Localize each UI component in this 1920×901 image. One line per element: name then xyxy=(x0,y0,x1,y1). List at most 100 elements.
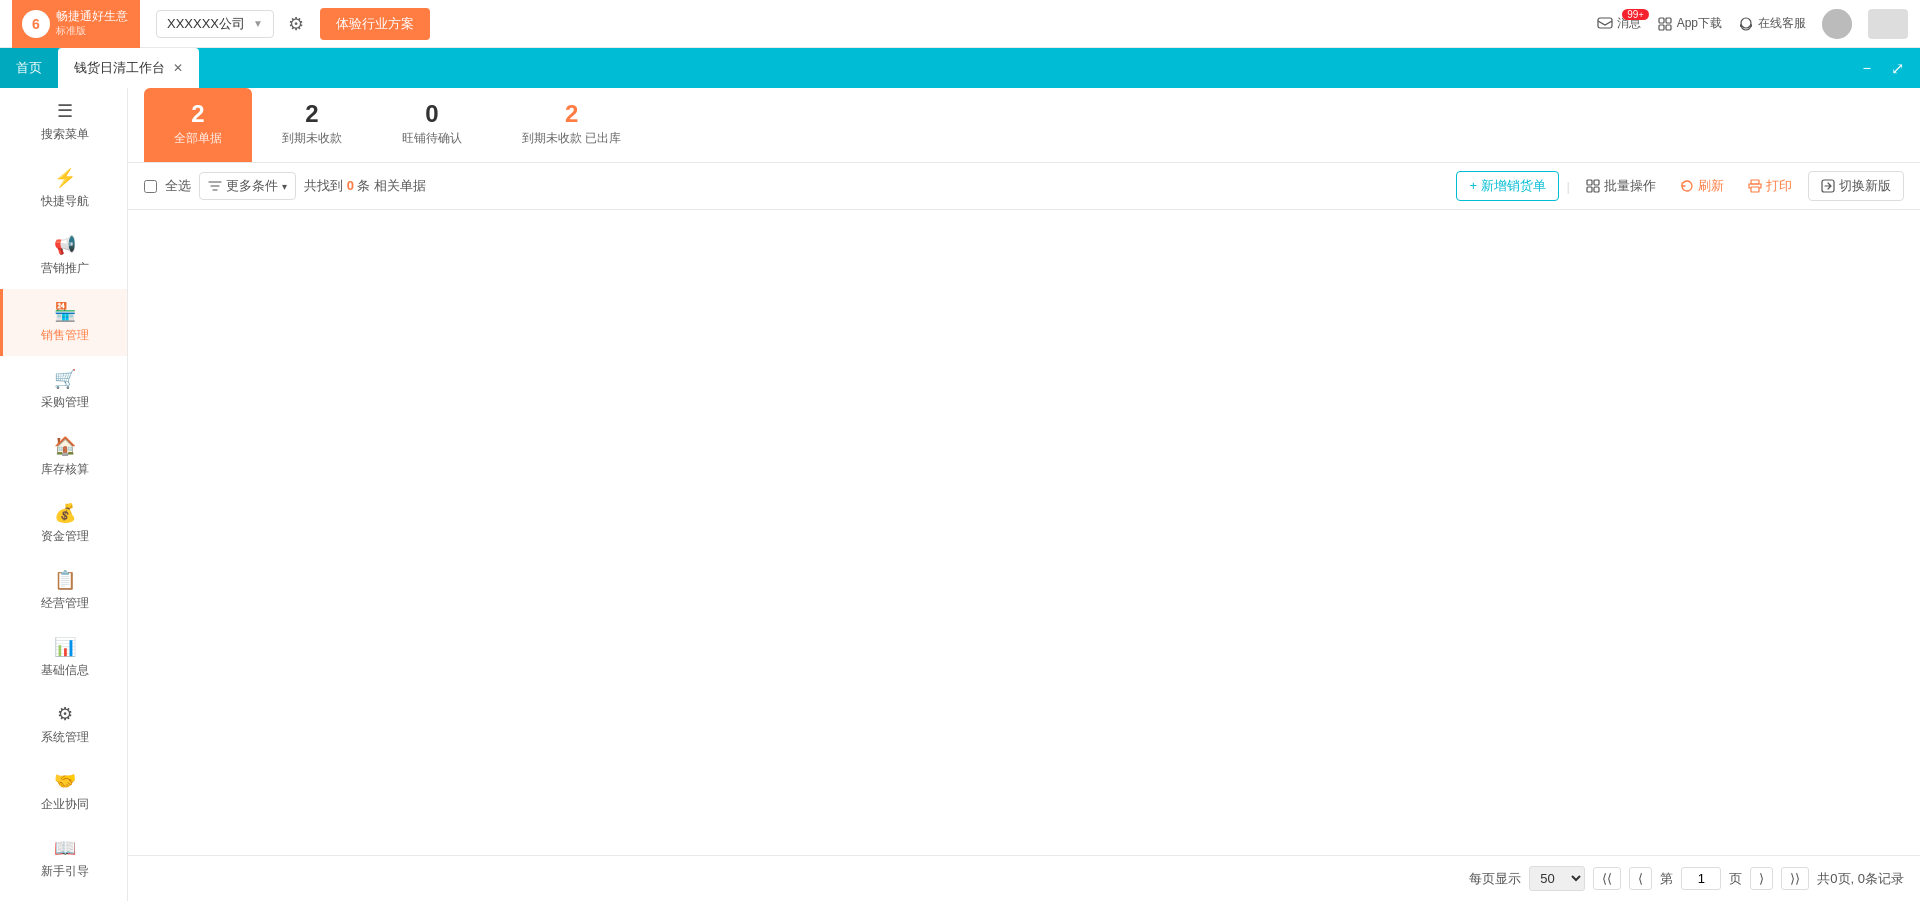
stat-tab-overdue[interactable]: 2 到期未收款 xyxy=(252,88,372,162)
stat-shipped-label: 到期未收款 已出库 xyxy=(522,130,621,147)
sidebar: ☰ 搜索菜单 ⚡ 快捷导航 📢 营销推广 🏪 销售管理 🛒 采购管理 🏠 库存核… xyxy=(0,88,128,901)
svg-rect-6 xyxy=(1740,24,1742,27)
page-last-btn[interactable]: ⟩⟩ xyxy=(1781,867,1809,890)
sidebar-item-app-center[interactable]: 📥 应用中心 xyxy=(0,892,127,901)
per-page-select[interactable]: 50 100 200 xyxy=(1529,866,1585,891)
sidebar-item-inventory[interactable]: 🏠 库存核算 xyxy=(0,423,127,490)
sidebar-item-marketing[interactable]: 📢 营销推广 xyxy=(0,222,127,289)
refresh-label: 刷新 xyxy=(1698,177,1724,195)
guide-icon: 📖 xyxy=(54,837,76,859)
select-all-label[interactable]: 全选 xyxy=(165,177,191,195)
sidebar-item-enterprise[interactable]: 🤝 企业协同 xyxy=(0,758,127,825)
sidebar-item-operations[interactable]: 📋 经营管理 xyxy=(0,557,127,624)
operations-icon: 📋 xyxy=(54,569,76,591)
svg-rect-3 xyxy=(1659,25,1664,30)
tab-cash-work[interactable]: 钱货日清工作台 ✕ xyxy=(58,48,199,88)
app-download-action[interactable]: App下载 xyxy=(1657,15,1722,32)
select-all-checkbox[interactable] xyxy=(144,180,157,193)
header-right: 消息 99+ App下载 在线客服 xyxy=(1597,9,1908,39)
tab-home[interactable]: 首页 xyxy=(0,48,58,88)
app-download-icon xyxy=(1657,16,1673,32)
tab-cash-label: 钱货日清工作台 xyxy=(74,59,165,77)
stat-tab-pending[interactable]: 0 旺铺待确认 xyxy=(372,88,492,162)
svg-rect-2 xyxy=(1666,18,1671,23)
main-layout: ☰ 搜索菜单 ⚡ 快捷导航 📢 营销推广 🏪 销售管理 🛒 采购管理 🏠 库存核… xyxy=(0,88,1920,901)
page-label: 第 xyxy=(1660,870,1673,888)
header: 6 畅捷通好生意 标准版 XXXXXX公司 ▼ ⚙ 体验行业方案 消息 99+ xyxy=(0,0,1920,48)
svg-rect-1 xyxy=(1659,18,1664,23)
logo-title: 畅捷通好生意 xyxy=(56,9,128,25)
stat-pending-count: 0 xyxy=(425,100,438,128)
user-menu[interactable] xyxy=(1868,9,1908,39)
sidebar-item-quick-nav[interactable]: ⚡ 快捷导航 xyxy=(0,155,127,222)
sidebar-label-purchase: 采购管理 xyxy=(41,394,89,411)
svg-rect-8 xyxy=(1587,180,1592,185)
base-info-icon: 📊 xyxy=(54,636,76,658)
sidebar-item-sales[interactable]: 🏪 销售管理 xyxy=(0,289,127,356)
purchase-icon: 🛒 xyxy=(54,368,76,390)
finance-icon: 💰 xyxy=(54,502,76,524)
toolbar-right: + 新增销货单 | 批量操作 刷新 xyxy=(1456,171,1904,201)
sidebar-label-inventory: 库存核算 xyxy=(41,461,89,478)
filter-label: 更多条件 xyxy=(226,177,278,195)
online-service-action[interactable]: 在线客服 xyxy=(1738,15,1806,32)
company-selector[interactable]: XXXXXX公司 ▼ xyxy=(156,10,274,38)
sidebar-item-base-info[interactable]: 📊 基础信息 xyxy=(0,624,127,691)
stat-tab-all[interactable]: 2 全部单据 xyxy=(144,88,252,162)
logo-text-area: 畅捷通好生意 标准版 xyxy=(56,9,128,39)
tab-minimize-btn[interactable]: － xyxy=(1851,54,1883,83)
sidebar-label-marketing: 营销推广 xyxy=(41,260,89,277)
found-text: 共找到 0 条 相关单据 xyxy=(304,177,426,195)
svg-rect-10 xyxy=(1587,187,1592,192)
logo-sub: 标准版 xyxy=(56,24,128,38)
sidebar-item-search-menu[interactable]: ☰ 搜索菜单 xyxy=(0,88,127,155)
per-page-label: 每页显示 xyxy=(1469,870,1521,888)
sidebar-item-finance[interactable]: 💰 资金管理 xyxy=(0,490,127,557)
page-next-btn[interactable]: ⟩ xyxy=(1750,867,1773,890)
page-first-btn[interactable]: ⟨⟨ xyxy=(1593,867,1621,890)
switch-label: 切换新版 xyxy=(1839,177,1891,195)
quick-nav-icon: ⚡ xyxy=(54,167,76,189)
stat-overdue-count: 2 xyxy=(305,100,318,128)
svg-rect-11 xyxy=(1594,187,1599,192)
filter-icon xyxy=(208,179,222,193)
svg-rect-9 xyxy=(1594,180,1599,185)
avatar-img xyxy=(1822,9,1852,39)
toolbar-left: 全选 更多条件 ▾ 共找到 0 条 相关单据 xyxy=(144,172,1448,200)
stat-overdue-label: 到期未收款 xyxy=(282,130,342,147)
new-sale-btn[interactable]: + 新增销货单 xyxy=(1456,171,1558,201)
print-label: 打印 xyxy=(1766,177,1792,195)
avatar[interactable] xyxy=(1822,9,1852,39)
page-prev-btn[interactable]: ⟨ xyxy=(1629,867,1652,890)
message-action[interactable]: 消息 99+ xyxy=(1597,15,1641,32)
tab-maximize-btn[interactable]: ⤢ xyxy=(1883,55,1912,82)
stat-tab-shipped[interactable]: 2 到期未收款 已出库 xyxy=(492,88,651,162)
page-input[interactable] xyxy=(1681,867,1721,890)
settings-icon[interactable]: ⚙ xyxy=(284,9,308,39)
sidebar-item-sys-mgmt[interactable]: ⚙ 系统管理 xyxy=(0,691,127,758)
sidebar-label-search-menu: 搜索菜单 xyxy=(41,126,89,143)
marketing-icon: 📢 xyxy=(54,234,76,256)
stat-shipped-count: 2 xyxy=(565,100,578,128)
filter-btn[interactable]: 更多条件 ▾ xyxy=(199,172,296,200)
sidebar-item-guide[interactable]: 📖 新手引导 xyxy=(0,825,127,892)
stat-all-label: 全部单据 xyxy=(174,130,222,147)
sidebar-label-enterprise: 企业协同 xyxy=(41,796,89,813)
message-badge: 99+ xyxy=(1622,9,1648,20)
message-icon xyxy=(1597,16,1613,32)
sidebar-item-purchase[interactable]: 🛒 采购管理 xyxy=(0,356,127,423)
batch-btn[interactable]: 批量操作 xyxy=(1578,173,1664,199)
switch-btn[interactable]: 切换新版 xyxy=(1808,171,1904,201)
divider-1: | xyxy=(1567,179,1570,194)
experience-btn[interactable]: 体验行业方案 xyxy=(320,8,430,40)
tab-close-icon[interactable]: ✕ xyxy=(173,61,183,75)
toolbar: 全选 更多条件 ▾ 共找到 0 条 相关单据 + 新增销货单 | xyxy=(128,163,1920,210)
switch-icon xyxy=(1821,179,1835,193)
refresh-btn[interactable]: 刷新 xyxy=(1672,173,1732,199)
print-btn[interactable]: 打印 xyxy=(1740,173,1800,199)
svg-rect-7 xyxy=(1750,24,1752,27)
page-suffix: 页 xyxy=(1729,870,1742,888)
stat-all-count: 2 xyxy=(191,100,204,128)
inventory-icon: 🏠 xyxy=(54,435,76,457)
svg-rect-4 xyxy=(1666,25,1671,30)
